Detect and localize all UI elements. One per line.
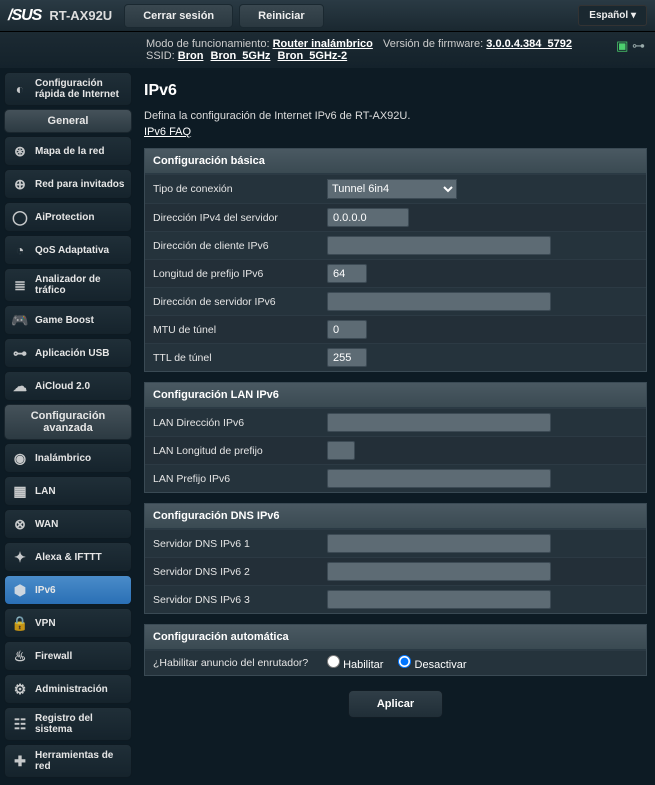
reboot-button[interactable]: Reiniciar (239, 4, 323, 28)
connection-type-select[interactable]: Tunnel 6in4 (327, 179, 457, 199)
dns1-input[interactable] (327, 534, 551, 553)
server-ipv6-input[interactable] (327, 292, 551, 311)
ssid-link-1[interactable]: Bron (178, 50, 204, 62)
prefix-length-input[interactable] (327, 264, 367, 283)
sidebar-item-lan[interactable]: ▦LAN (4, 476, 132, 506)
model-name: RT-AX92U (49, 8, 112, 23)
vpn-icon: 🔒 (11, 614, 29, 632)
tunnel-mtu-input[interactable] (327, 320, 367, 339)
gear-icon: ⚙ (11, 680, 29, 698)
sidebar-item-traffic[interactable]: ≣Analizador de tráfico (4, 268, 132, 302)
shield-icon: ◯ (11, 208, 29, 226)
dns2-input[interactable] (327, 562, 551, 581)
status-icons: ▣ ⊶ (616, 38, 645, 54)
sidebar-item-gameboost[interactable]: 🎮Game Boost (4, 305, 132, 335)
ssid-link-3[interactable]: Bron_5GHz-2 (278, 50, 348, 62)
brand-logo: /SUS (8, 7, 41, 25)
page-description: Defina la configuración de Internet IPv6… (144, 110, 647, 122)
dns3-input[interactable] (327, 590, 551, 609)
client-ipv6-input[interactable] (327, 236, 551, 255)
sidebar-item-usb[interactable]: ⊶Aplicación USB (4, 338, 132, 368)
faq-link[interactable]: IPv6 FAQ (144, 126, 191, 138)
sidebar-quick-setup[interactable]: ◐ Configuración rápida de Internet (4, 72, 132, 106)
usb-icon: ⊶ (11, 344, 29, 362)
ipv6-icon: ⬢ (11, 581, 29, 599)
language-dropdown[interactable]: Español (578, 5, 647, 26)
guest-icon: ⊕ (11, 175, 29, 193)
globe-icon: ◐ (11, 80, 29, 98)
ra-enable-radio[interactable]: Habilitar (327, 659, 383, 671)
tools-icon: ✚ (11, 752, 29, 770)
aimesh-icon[interactable]: ▣ (616, 38, 628, 53)
chart-icon: ≣ (11, 276, 29, 294)
sidebar: ◐ Configuración rápida de Internet Gener… (0, 68, 136, 785)
top-bar: /SUS RT-AX92U Cerrar sesión Reiniciar Es… (0, 0, 655, 32)
lan-icon: ▦ (11, 482, 29, 500)
sidebar-item-syslog[interactable]: ☷Registro del sistema (4, 707, 132, 741)
ssid-link-2[interactable]: Bron_5GHz (211, 50, 271, 62)
sidebar-item-wireless[interactable]: ◉Inalámbrico (4, 443, 132, 473)
panel-auto: Configuración automática ¿Habilitar anun… (144, 624, 647, 676)
sidebar-item-aiprotection[interactable]: ◯AiProtection (4, 202, 132, 232)
sidebar-item-aicloud[interactable]: ☁AiCloud 2.0 (4, 371, 132, 401)
ra-disable-radio[interactable]: Desactivar (398, 659, 466, 671)
sidebar-item-firewall[interactable]: ♨Firewall (4, 641, 132, 671)
fire-icon: ♨ (11, 647, 29, 665)
panel-basic: Configuración básica Tipo de conexión Tu… (144, 148, 647, 372)
op-mode-link[interactable]: Router inalámbrico (273, 38, 373, 50)
sidebar-item-admin[interactable]: ⚙Administración (4, 674, 132, 704)
page-title: IPv6 (144, 82, 647, 100)
alexa-icon: ✦ (11, 548, 29, 566)
wan-icon: ⊗ (11, 515, 29, 533)
panel-lan: Configuración LAN IPv6 LAN Dirección IPv… (144, 382, 647, 493)
sidebar-item-ipv6[interactable]: ⬢IPv6 (4, 575, 132, 605)
sidebar-item-guest[interactable]: ⊕Red para invitados (4, 169, 132, 199)
panel-dns: Configuración DNS IPv6 Servidor DNS IPv6… (144, 503, 647, 614)
tunnel-ttl-input[interactable] (327, 348, 367, 367)
map-icon: ⊛ (11, 142, 29, 160)
usb-icon[interactable]: ⊶ (632, 38, 645, 53)
logout-button[interactable]: Cerrar sesión (124, 4, 233, 28)
sidebar-group-general: General (4, 109, 132, 133)
sidebar-item-alexa[interactable]: ✦Alexa & IFTTT (4, 542, 132, 572)
cloud-icon: ☁ (11, 377, 29, 395)
lan-ipv6-prefix-input[interactable] (327, 469, 551, 488)
sidebar-item-wan[interactable]: ⊗WAN (4, 509, 132, 539)
sidebar-group-advanced: Configuración avanzada (4, 404, 132, 440)
lan-ipv6-addr-input[interactable] (327, 413, 551, 432)
sidebar-item-network-map[interactable]: ⊛Mapa de la red (4, 136, 132, 166)
content-panel: IPv6 Defina la configuración de Internet… (136, 68, 655, 785)
sidebar-item-tools[interactable]: ✚Herramientas de red (4, 744, 132, 778)
gauge-icon: ◔ (11, 241, 29, 259)
server-ipv4-input[interactable] (327, 208, 409, 227)
sidebar-item-qos[interactable]: ◔QoS Adaptativa (4, 235, 132, 265)
apply-button[interactable]: Aplicar (348, 690, 443, 718)
firmware-link[interactable]: 3.0.0.4.384_5792 (486, 38, 572, 50)
wifi-icon: ◉ (11, 449, 29, 467)
gamepad-icon: 🎮 (11, 311, 29, 329)
panel-basic-title: Configuración básica (145, 149, 646, 174)
lan-prefix-length-input[interactable] (327, 441, 355, 460)
log-icon: ☷ (11, 715, 29, 733)
sidebar-item-vpn[interactable]: 🔒VPN (4, 608, 132, 638)
status-bar: Modo de funcionamiento: Router inalámbri… (0, 32, 655, 68)
